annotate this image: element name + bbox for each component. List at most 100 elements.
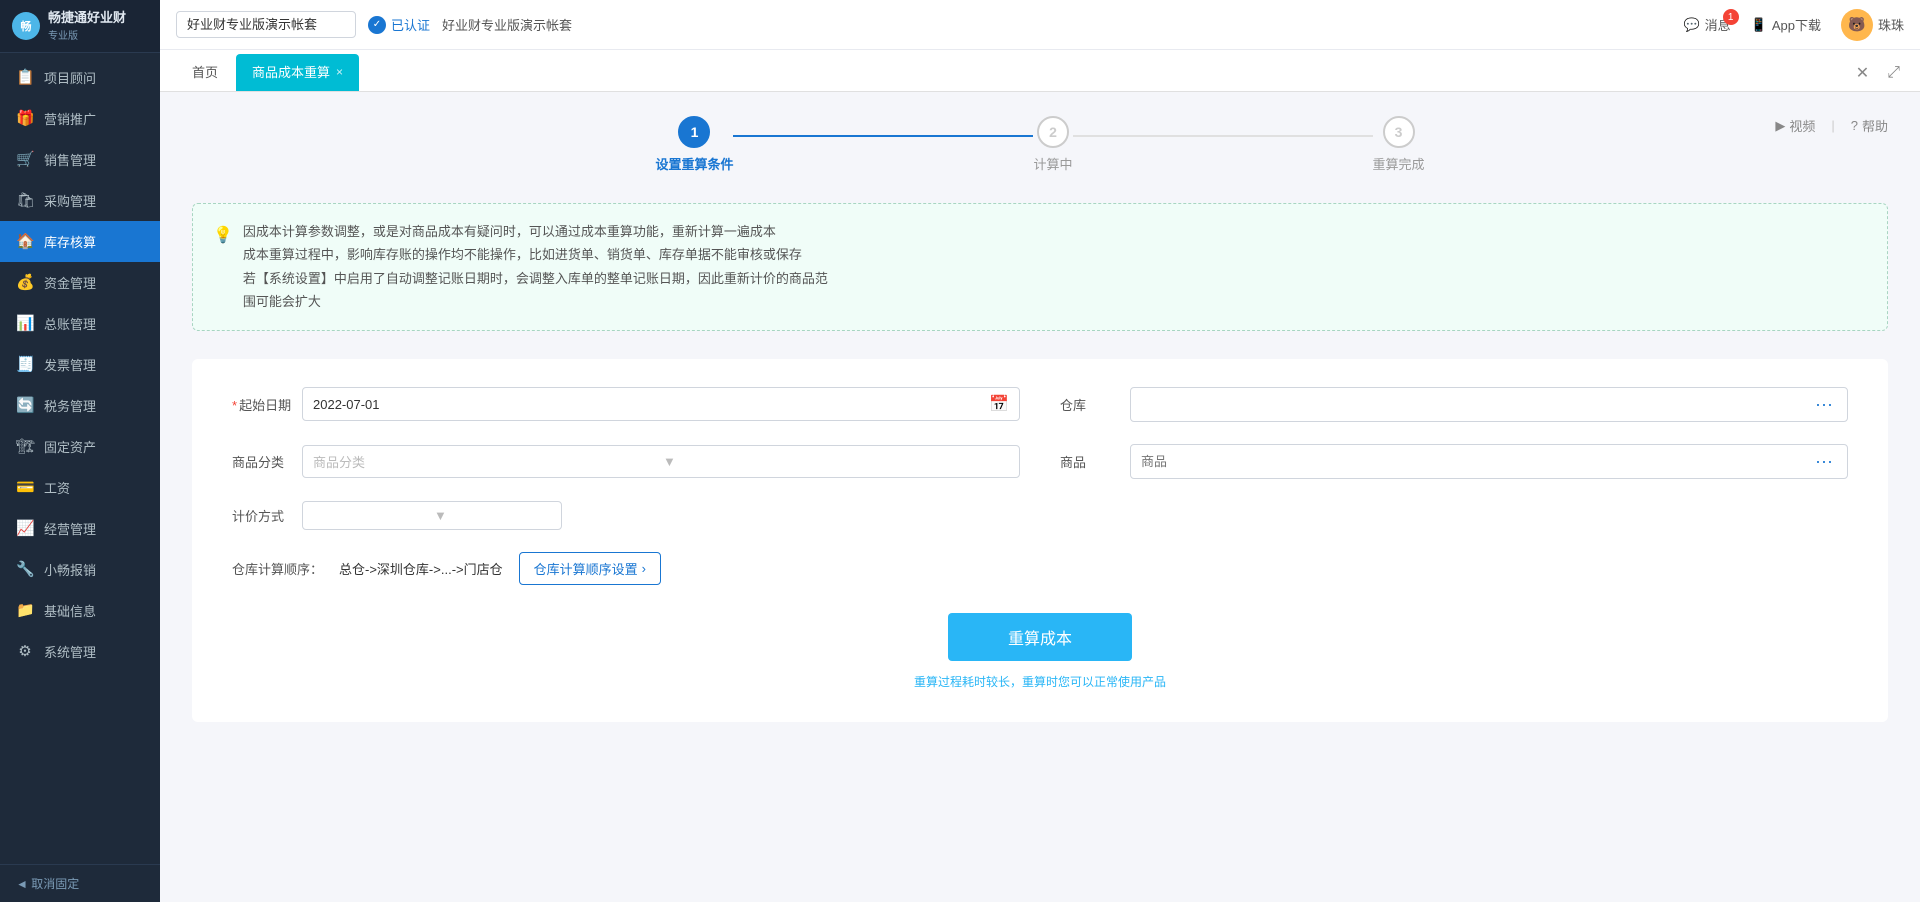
sidebar-item-finance[interactable]: 💰 资金管理	[0, 262, 160, 303]
sidebar-item-label: 工资	[44, 478, 70, 497]
sidebar-item-sales[interactable]: 🛒 销售管理	[0, 139, 160, 180]
step-1: 1 设置重算条件	[655, 116, 733, 173]
recalculate-button[interactable]: 重算成本	[948, 613, 1132, 661]
goods-input[interactable]	[1141, 454, 1811, 469]
info-line-3: 若【系统设置】中启用了自动调整记账日期时，会调整入库单的整单记账日期，因此重新计…	[243, 267, 828, 290]
topbar-right: 💬 消息 1 📱 App下载 🐻 珠珠	[1683, 9, 1904, 41]
sidebar-nav: 📋 项目顾问 🎁 营销推广 🛒 销售管理 🛍 采购管理 🏠 库存核算 💰 资金管…	[0, 53, 160, 864]
tab-expand-button[interactable]: ⤢	[1883, 60, 1904, 86]
tab-cost-recalc[interactable]: 商品成本重算 ×	[236, 54, 359, 91]
form-row-2: 商品分类 商品分类 ▼ 商品 ···	[232, 444, 1848, 479]
verified-badge-area: ✓ 已认证	[368, 15, 430, 34]
step-line-1	[733, 135, 1033, 137]
assets-icon: 🏗	[16, 437, 34, 455]
warehouse-input[interactable]	[1141, 397, 1811, 412]
accounting-icon: 📊	[16, 314, 34, 332]
sidebar-item-salary[interactable]: 💳 工资	[0, 467, 160, 508]
sidebar-item-label: 采购管理	[44, 191, 96, 210]
calendar-icon[interactable]: 📅	[989, 394, 1009, 414]
warehouse-dots-button[interactable]: ···	[1811, 394, 1837, 415]
sidebar-item-operation[interactable]: 📈 经营管理	[0, 508, 160, 549]
marketing-icon: 🎁	[16, 109, 34, 127]
purchase-icon: 🛍	[16, 191, 34, 209]
tax-icon: 🔄	[16, 396, 34, 414]
goods-dots-button[interactable]: ···	[1811, 451, 1837, 472]
help-links: ▶ 视频 | ? 帮助	[1775, 116, 1888, 135]
video-link[interactable]: ▶ 视频	[1775, 116, 1815, 135]
sidebar-item-purchase[interactable]: 🛍 采购管理	[0, 180, 160, 221]
sidebar-item-label: 销售管理	[44, 150, 96, 169]
form-row-1: *起始日期 📅 仓库 ···	[232, 387, 1848, 422]
verified-text: 已认证	[391, 15, 430, 34]
project-icon: 📋	[16, 68, 34, 86]
inventory-icon: 🏠	[16, 232, 34, 250]
main-area: 好业财专业版演示帐套 ✓ 已认证 好业财专业版演示帐套 💬 消息 1 📱 App…	[160, 0, 1920, 902]
sidebar-item-assets[interactable]: 🏗 固定资产	[0, 426, 160, 467]
price-method-field: 计价方式 ▼	[232, 501, 1020, 530]
sidebar-item-label: 项目顾问	[44, 68, 96, 87]
warehouse-order-settings-button[interactable]: 仓库计算顺序设置 ›	[519, 552, 661, 585]
sidebar-item-basic[interactable]: 📁 基础信息	[0, 590, 160, 631]
sidebar-item-label: 系统管理	[44, 642, 96, 661]
app-subtitle: 专业版	[48, 27, 126, 42]
tab-home[interactable]: 首页	[176, 54, 234, 91]
sidebar-item-label: 基础信息	[44, 601, 96, 620]
step-3-circle: 3	[1383, 116, 1415, 148]
info-line-4: 围可能会扩大	[243, 290, 828, 313]
operation-icon: 📈	[16, 519, 34, 537]
warehouse-input-wrap: ···	[1130, 387, 1848, 422]
step-1-label: 设置重算条件	[655, 154, 733, 173]
sidebar-item-label: 小畅报销	[44, 560, 96, 579]
content-area: 1 设置重算条件 2 计算中 3 重算完成	[160, 92, 1920, 902]
category-select[interactable]: 商品分类 ▼	[302, 445, 1020, 478]
app-title: 畅捷通好业财	[48, 10, 126, 27]
company-select-wrap: 好业财专业版演示帐套	[176, 11, 356, 38]
info-line-1: 因成本计算参数调整，或是对商品成本有疑问时，可以通过成本重算功能，重新计算一遍成…	[243, 220, 828, 243]
company-name: 好业财专业版演示帐套	[442, 15, 572, 34]
tabbar-actions: ✕ ⤢	[1852, 59, 1904, 91]
app-logo-icon: 畅	[12, 12, 40, 40]
sidebar-item-expense[interactable]: 🔧 小畅报销	[0, 549, 160, 590]
start-date-field: *起始日期 📅	[232, 387, 1020, 421]
app-download-label: App下载	[1772, 15, 1821, 34]
step-3: 3 重算完成	[1373, 116, 1425, 173]
tab-close-all-button[interactable]: ✕	[1852, 59, 1873, 87]
sidebar: 畅 畅捷通好业财 专业版 📋 项目顾问 🎁 营销推广 🛒 销售管理 🛍 采购管理…	[0, 0, 160, 902]
sidebar-item-inventory[interactable]: 🏠 库存核算	[0, 221, 160, 262]
finance-icon: 💰	[16, 273, 34, 291]
sidebar-item-marketing[interactable]: 🎁 营销推广	[0, 98, 160, 139]
verified-icon: ✓	[368, 16, 386, 34]
sidebar-unpin-button[interactable]: ◄ 取消固定	[0, 864, 160, 902]
help-link[interactable]: ? 帮助	[1851, 116, 1888, 135]
goods-field: 商品 ···	[1060, 444, 1848, 479]
play-icon: ▶	[1775, 118, 1785, 134]
sidebar-item-label: 总账管理	[44, 314, 96, 333]
sidebar-item-tax[interactable]: 🔄 税务管理	[0, 385, 160, 426]
start-date-input[interactable]	[313, 397, 985, 412]
company-select[interactable]: 好业财专业版演示帐套	[176, 11, 356, 38]
sidebar-item-accounting[interactable]: 📊 总账管理	[0, 303, 160, 344]
basic-icon: 📁	[16, 601, 34, 619]
sidebar-item-label: 经营管理	[44, 519, 96, 538]
warehouse-field: 仓库 ···	[1060, 387, 1848, 422]
sidebar-item-project[interactable]: 📋 项目顾问	[0, 57, 160, 98]
price-method-dropdown-icon: ▼	[434, 508, 551, 523]
start-date-label: *起始日期	[232, 395, 292, 414]
goods-input-wrap: ···	[1130, 444, 1848, 479]
expense-icon: 🔧	[16, 560, 34, 578]
category-label: 商品分类	[232, 452, 292, 471]
tab-close-button[interactable]: ×	[336, 65, 343, 79]
sidebar-item-label: 资金管理	[44, 273, 96, 292]
user-menu-button[interactable]: 🐻 珠珠	[1841, 9, 1904, 41]
tabbar: 首页 商品成本重算 × ✕ ⤢	[160, 50, 1920, 92]
price-method-select[interactable]: ▼	[302, 501, 562, 530]
sidebar-item-invoice[interactable]: 🧾 发票管理	[0, 344, 160, 385]
message-button[interactable]: 💬 消息 1	[1683, 15, 1730, 34]
sidebar-item-system[interactable]: ⚙ 系统管理	[0, 631, 160, 672]
goods-label: 商品	[1060, 452, 1120, 471]
sidebar-item-label: 库存核算	[44, 232, 96, 251]
invoice-icon: 🧾	[16, 355, 34, 373]
step-line-2	[1073, 135, 1373, 137]
app-download-button[interactable]: 📱 App下载	[1751, 15, 1821, 34]
category-placeholder: 商品分类	[313, 452, 659, 471]
